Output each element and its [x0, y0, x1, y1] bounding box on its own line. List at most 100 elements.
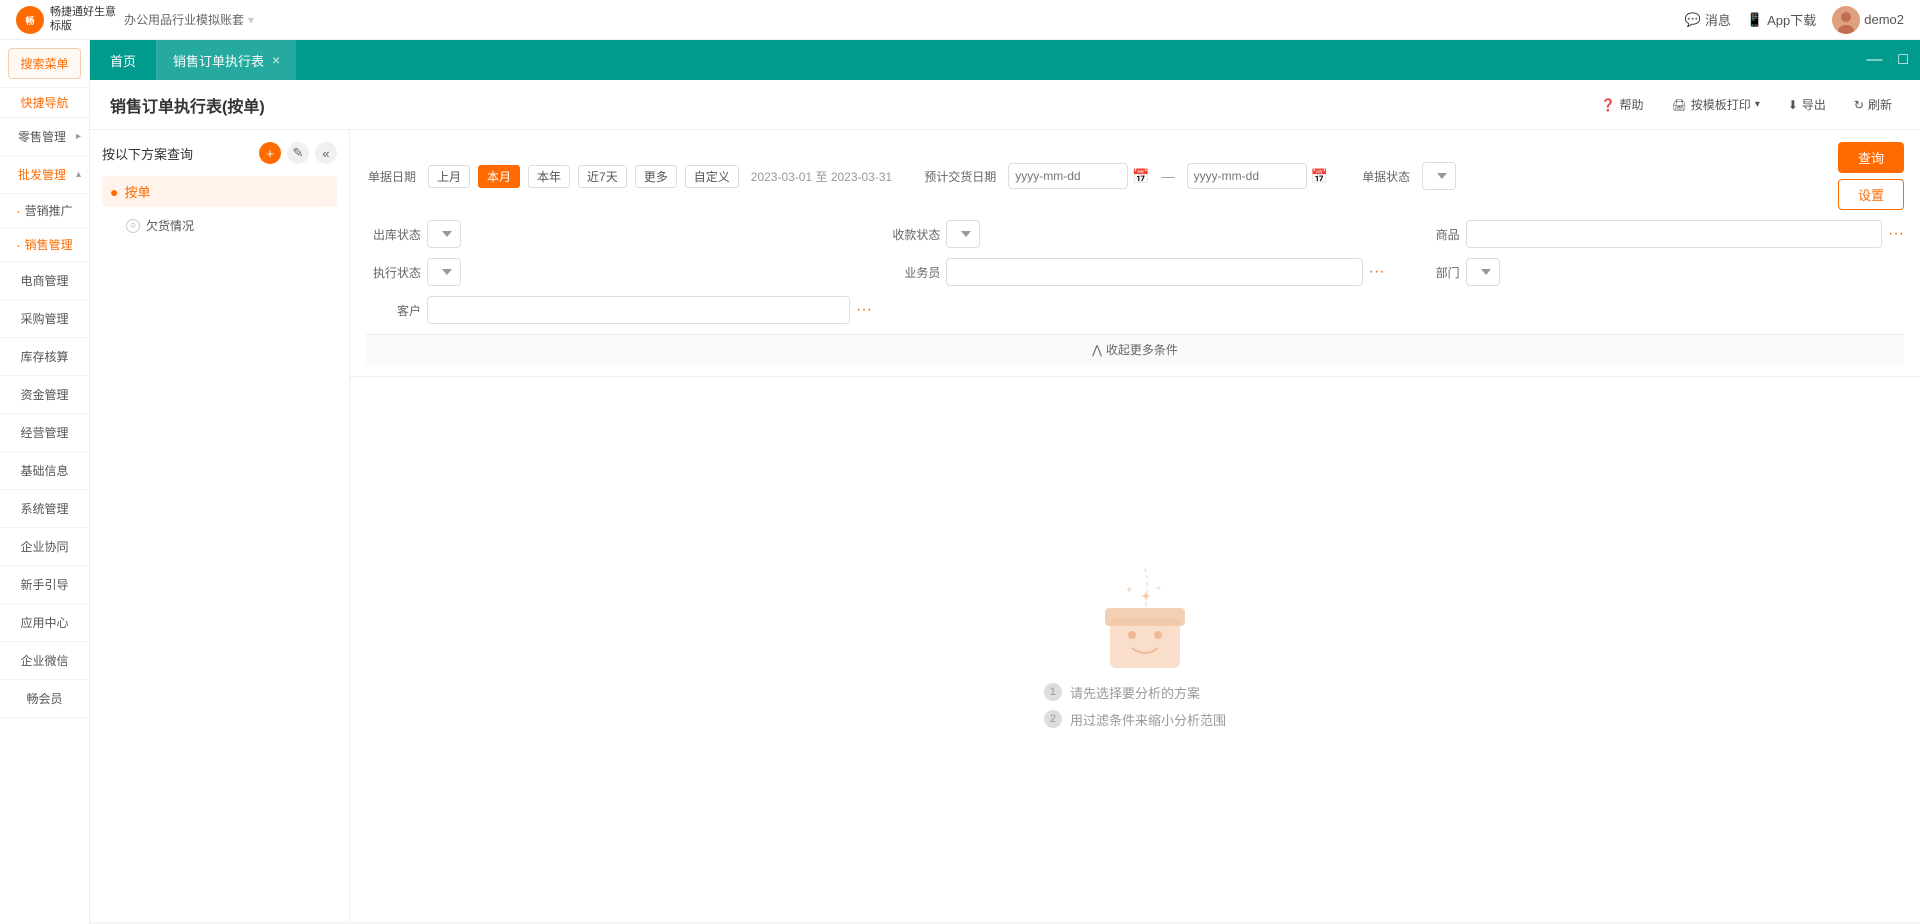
- customer-input[interactable]: [427, 296, 850, 324]
- collapse-panel-btn[interactable]: «: [315, 142, 337, 164]
- doc-status-select[interactable]: [1422, 162, 1456, 190]
- ship-status-label: 出库状态: [366, 226, 421, 243]
- expected-date-from-wrap: 📅: [1008, 163, 1149, 189]
- ship-status-item: 出库状态: [366, 220, 865, 248]
- goods-dots-icon[interactable]: ···: [1888, 225, 1904, 243]
- tab-close-btn[interactable]: ×: [272, 52, 280, 68]
- scheme-active-icon: ●: [110, 184, 118, 200]
- sidebar-item-corp-wechat[interactable]: 企业微信: [0, 642, 89, 680]
- sidebar-sub-item-sales[interactable]: · 销售管理: [0, 228, 89, 262]
- messages-btn[interactable]: 💬 消息: [1685, 10, 1731, 29]
- exec-status-wrap: [427, 258, 865, 286]
- print-btn[interactable]: 🖨 按模板打印 ▾: [1664, 92, 1768, 117]
- doc-status-wrap: [1422, 162, 1810, 190]
- left-panel-icons: + ✎ «: [259, 142, 337, 164]
- sidebar-item-purchase[interactable]: 采购管理: [0, 300, 89, 338]
- user-profile[interactable]: demo2: [1832, 6, 1904, 34]
- edit-scheme-btn[interactable]: ✎: [287, 142, 309, 164]
- customer-dots-icon[interactable]: ···: [856, 301, 872, 319]
- goods-input[interactable]: [1466, 220, 1882, 248]
- scheme-sub-icon: ○: [126, 219, 140, 233]
- date-btn-last-month[interactable]: 上月: [428, 165, 470, 188]
- dept-select[interactable]: [1466, 258, 1500, 286]
- svg-text:✦: ✦: [1155, 584, 1162, 593]
- expected-date-to[interactable]: [1187, 163, 1307, 189]
- goods-item: 商品 ···: [1405, 220, 1904, 248]
- avatar: [1832, 6, 1860, 34]
- sidebar: 搜索菜单 快捷导航 零售管理 ▸ 批发管理 ▴ · 营销推广 · 销售管理 电商…: [0, 40, 90, 924]
- filter-row-customer: 客户 ···: [366, 296, 1904, 324]
- collapse-filter-btn[interactable]: ⋀ 收起更多条件: [366, 334, 1904, 364]
- refresh-btn[interactable]: ↻ 刷新: [1846, 92, 1900, 117]
- sidebar-item-quick-nav[interactable]: 快捷导航: [0, 88, 89, 118]
- top-bar-right: 💬 消息 📱 App下载 demo2: [1685, 6, 1904, 34]
- dot-icon: ·: [16, 203, 21, 219]
- app-download-btn[interactable]: 📱 App下载: [1747, 10, 1816, 29]
- breadcrumb-separator: ▾: [248, 13, 254, 27]
- date-btn-more[interactable]: 更多: [635, 165, 677, 188]
- scheme-item-by-order[interactable]: ● 按单: [102, 176, 337, 207]
- export-btn[interactable]: ⬇ 导出: [1780, 92, 1834, 117]
- calendar-from-icon[interactable]: 📅: [1132, 168, 1149, 185]
- scheme-sub-item-shortage[interactable]: ○ 欠货情况: [102, 211, 337, 240]
- sidebar-item-member[interactable]: 畅会员: [0, 680, 89, 718]
- sidebar-item-system[interactable]: 系统管理: [0, 490, 89, 528]
- payment-status-select[interactable]: [946, 220, 980, 248]
- panel-layout: 按以下方案查询 + ✎ « ● 按单 ○: [90, 130, 1920, 922]
- search-menu-btn[interactable]: 搜索菜单: [8, 48, 81, 79]
- ship-status-wrap: [427, 220, 865, 248]
- query-btn[interactable]: 查询: [1838, 142, 1904, 173]
- sidebar-item-app-center[interactable]: 应用中心: [0, 604, 89, 642]
- left-panel-title: 按以下方案查询: [102, 144, 193, 163]
- expected-date-from[interactable]: [1008, 163, 1128, 189]
- filter-row-status: 出库状态 收款状态: [366, 220, 1904, 248]
- date-btn-custom[interactable]: 自定义: [685, 165, 739, 188]
- expected-date-to-wrap: 📅: [1187, 163, 1328, 189]
- customer-label: 客户: [366, 302, 421, 319]
- content-area: 首页 销售订单执行表 × — □ 销售订单执行表(按单) ❓: [90, 40, 1920, 924]
- sidebar-item-basic-info[interactable]: 基础信息: [0, 452, 89, 490]
- salesperson-dots-icon[interactable]: ···: [1369, 263, 1385, 281]
- dot-icon: ·: [16, 237, 21, 253]
- sidebar-item-newcomer[interactable]: 新手引导: [0, 566, 89, 604]
- calendar-to-icon[interactable]: 📅: [1311, 168, 1328, 185]
- tab-home[interactable]: 首页: [90, 40, 157, 80]
- svg-text:✦: ✦: [1140, 588, 1152, 604]
- sidebar-item-inventory[interactable]: 库存核算: [0, 338, 89, 376]
- left-panel: 按以下方案查询 + ✎ « ● 按单 ○: [90, 130, 350, 922]
- sidebar-item-retail[interactable]: 零售管理 ▸: [0, 118, 89, 156]
- date-btn-7days[interactable]: 近7天: [578, 165, 627, 188]
- empty-illustration: ✦ ✦ ✦: [1085, 563, 1185, 663]
- sidebar-item-wholesale[interactable]: 批发管理 ▴: [0, 156, 89, 194]
- help-btn[interactable]: ❓ 帮助: [1593, 92, 1652, 117]
- print-arrow-icon: ▾: [1755, 99, 1760, 110]
- sidebar-item-finance[interactable]: 资金管理: [0, 376, 89, 414]
- doc-status-label: 单据状态: [1360, 168, 1410, 185]
- add-scheme-btn[interactable]: +: [259, 142, 281, 164]
- settings-btn[interactable]: 设置: [1838, 179, 1904, 210]
- sidebar-item-corp-collab[interactable]: 企业协同: [0, 528, 89, 566]
- message-icon: 💬: [1685, 12, 1701, 28]
- expected-date-label: 预计交货日期: [924, 168, 996, 185]
- goods-label: 商品: [1405, 226, 1460, 243]
- exec-status-select[interactable]: [427, 258, 461, 286]
- svg-text:畅: 畅: [25, 15, 34, 26]
- page-header: 销售订单执行表(按单) ❓ 帮助 🖨 按模板打印 ▾ ⬇: [90, 80, 1920, 130]
- date-btn-this-year[interactable]: 本年: [528, 165, 570, 188]
- tab-maximize-btn[interactable]: □: [1894, 47, 1912, 73]
- tab-minimize-btn[interactable]: —: [1862, 47, 1886, 73]
- dept-item: 部门: [1405, 258, 1904, 286]
- sidebar-sub-item-marketing[interactable]: · 营销推广: [0, 194, 89, 228]
- dept-wrap: [1466, 258, 1904, 286]
- export-icon: ⬇: [1788, 98, 1798, 112]
- sidebar-item-operations[interactable]: 经营管理: [0, 414, 89, 452]
- ship-status-select[interactable]: [427, 220, 461, 248]
- date-btn-this-month[interactable]: 本月: [478, 165, 520, 188]
- sidebar-search-section: 搜索菜单: [0, 40, 89, 88]
- tab-bar: 首页 销售订单执行表 × — □: [90, 40, 1920, 80]
- tab-sales-exec[interactable]: 销售订单执行表 ×: [157, 40, 296, 80]
- salesperson-input[interactable]: [946, 258, 1362, 286]
- sidebar-item-ecommerce[interactable]: 电商管理: [0, 262, 89, 300]
- top-bar: 畅 畅捷通好生意 标版 办公用品行业模拟账套 ▾ 💬 消息 📱 App下载 de…: [0, 0, 1920, 40]
- date-range-text: 2023-03-01 至 2023-03-31: [751, 168, 892, 185]
